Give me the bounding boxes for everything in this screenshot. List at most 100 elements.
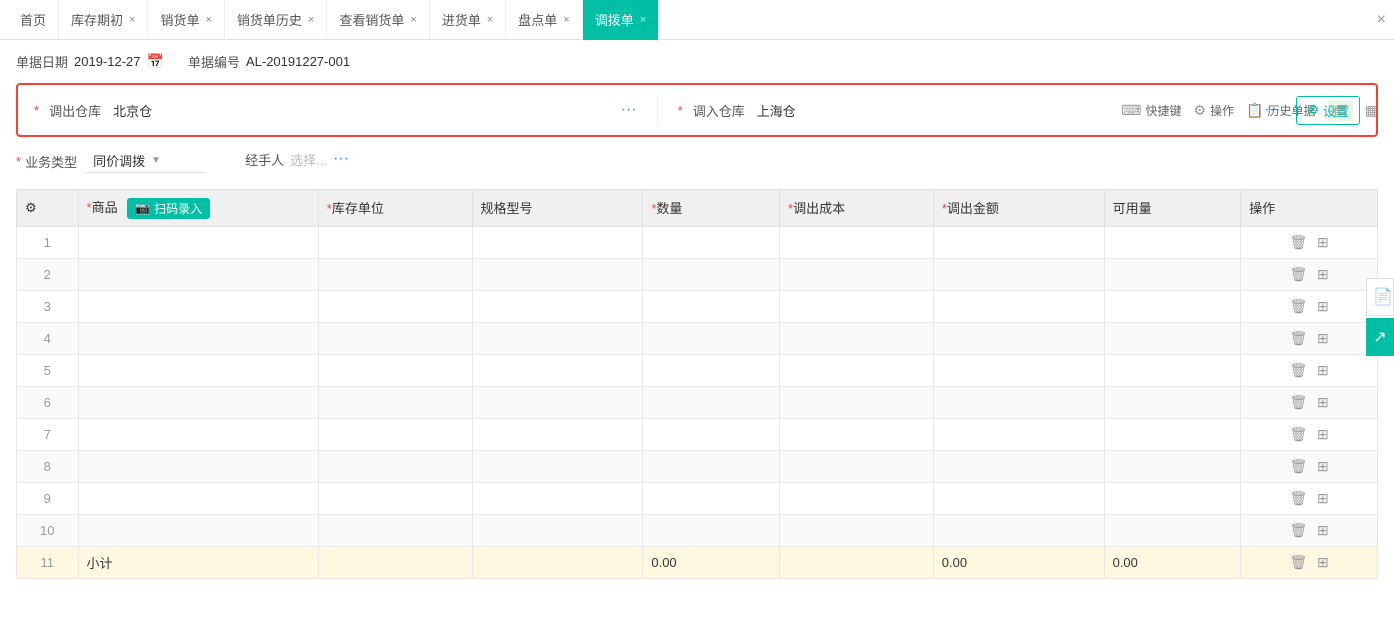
copy-icon-11[interactable]: ⊞ xyxy=(1317,554,1329,570)
tab-close-view-sales[interactable]: × xyxy=(410,14,416,26)
row-unit-10[interactable] xyxy=(318,514,472,546)
delete-icon-11[interactable]: 🗑 xyxy=(1290,554,1308,570)
row-spec-11[interactable] xyxy=(472,546,643,578)
tab-close-stocktake[interactable]: × xyxy=(563,14,569,26)
row-unit-1[interactable] xyxy=(318,226,472,258)
tab-purchase[interactable]: 进货单 × xyxy=(430,0,506,40)
tab-close-sales-history[interactable]: × xyxy=(308,14,314,26)
copy-icon-1[interactable]: ⊞ xyxy=(1317,234,1329,250)
row-amount-9[interactable] xyxy=(933,482,1104,514)
tab-close-sales-order[interactable]: × xyxy=(205,14,211,26)
row-cost-6[interactable] xyxy=(780,386,934,418)
row-amount-3[interactable] xyxy=(933,290,1104,322)
in-warehouse-more[interactable]: ··· xyxy=(1264,101,1280,119)
row-spec-5[interactable] xyxy=(472,354,643,386)
row-spec-10[interactable] xyxy=(472,514,643,546)
row-spec-8[interactable] xyxy=(472,450,643,482)
delete-icon-9[interactable]: 🗑 xyxy=(1290,490,1308,506)
delete-icon-1[interactable]: 🗑 xyxy=(1290,234,1308,250)
row-qty-10[interactable] xyxy=(643,514,780,546)
row-cost-7[interactable] xyxy=(780,418,934,450)
row-amount-7[interactable] xyxy=(933,418,1104,450)
right-float-expand-btn[interactable]: ↗ xyxy=(1366,318,1394,356)
row-goods-11[interactable]: 小计 xyxy=(78,546,318,578)
row-unit-11[interactable] xyxy=(318,546,472,578)
row-goods-10[interactable] xyxy=(78,514,318,546)
row-amount-8[interactable] xyxy=(933,450,1104,482)
row-goods-4[interactable] xyxy=(78,322,318,354)
row-unit-9[interactable] xyxy=(318,482,472,514)
row-cost-5[interactable] xyxy=(780,354,934,386)
tab-view-sales[interactable]: 查看销货单 × xyxy=(327,0,429,40)
row-unit-7[interactable] xyxy=(318,418,472,450)
tab-inventory-init[interactable]: 库存期初 × xyxy=(59,0,148,40)
row-qty-3[interactable] xyxy=(643,290,780,322)
row-unit-3[interactable] xyxy=(318,290,472,322)
date-value[interactable]: 2019-12-27 xyxy=(74,54,141,69)
row-amount-5[interactable] xyxy=(933,354,1104,386)
row-goods-8[interactable] xyxy=(78,450,318,482)
copy-icon-5[interactable]: ⊞ xyxy=(1317,362,1329,378)
handler-input[interactable]: 选择... xyxy=(290,150,327,169)
row-unit-2[interactable] xyxy=(318,258,472,290)
out-warehouse-value[interactable]: 北京仓 xyxy=(113,101,152,120)
settings-button[interactable]: ⚙ 设置 xyxy=(1296,96,1360,125)
row-goods-7[interactable] xyxy=(78,418,318,450)
row-spec-4[interactable] xyxy=(472,322,643,354)
delete-icon-7[interactable]: 🗑 xyxy=(1290,426,1308,442)
row-goods-6[interactable] xyxy=(78,386,318,418)
delete-icon-2[interactable]: 🗑 xyxy=(1290,266,1308,282)
row-qty-5[interactable] xyxy=(643,354,780,386)
row-amount-4[interactable] xyxy=(933,322,1104,354)
delete-icon-5[interactable]: 🗑 xyxy=(1290,362,1308,378)
row-goods-3[interactable] xyxy=(78,290,318,322)
row-qty-2[interactable] xyxy=(643,258,780,290)
delete-icon-8[interactable]: 🗑 xyxy=(1290,458,1308,474)
row-qty-8[interactable] xyxy=(643,450,780,482)
out-warehouse-more[interactable]: ··· xyxy=(621,101,637,119)
tab-close-transfer[interactable]: × xyxy=(640,14,646,26)
row-qty-9[interactable] xyxy=(643,482,780,514)
row-cost-4[interactable] xyxy=(780,322,934,354)
row-unit-4[interactable] xyxy=(318,322,472,354)
row-spec-2[interactable] xyxy=(472,258,643,290)
copy-icon-6[interactable]: ⊞ xyxy=(1317,394,1329,410)
copy-icon-8[interactable]: ⊞ xyxy=(1317,458,1329,474)
copy-icon-4[interactable]: ⊞ xyxy=(1317,330,1329,346)
row-goods-2[interactable] xyxy=(78,258,318,290)
row-amount-1[interactable] xyxy=(933,226,1104,258)
tab-home[interactable]: 首页 xyxy=(8,0,59,40)
right-float-doc-btn[interactable]: 📄 xyxy=(1366,278,1394,316)
row-cost-1[interactable] xyxy=(780,226,934,258)
tab-close-purchase[interactable]: × xyxy=(487,14,493,26)
row-cost-2[interactable] xyxy=(780,258,934,290)
scan-button[interactable]: 📷 扫码录入 xyxy=(127,198,210,219)
tab-sales-order[interactable]: 销货单 × xyxy=(148,0,224,40)
row-goods-1[interactable] xyxy=(78,226,318,258)
window-close-button[interactable]: × xyxy=(1377,11,1386,29)
row-cost-10[interactable] xyxy=(780,514,934,546)
biz-type-select[interactable]: 同价调拨 ▼ xyxy=(85,149,205,173)
row-spec-7[interactable] xyxy=(472,418,643,450)
row-spec-6[interactable] xyxy=(472,386,643,418)
row-goods-5[interactable] xyxy=(78,354,318,386)
copy-icon-3[interactable]: ⊞ xyxy=(1317,298,1329,314)
row-spec-1[interactable] xyxy=(472,226,643,258)
row-unit-8[interactable] xyxy=(318,450,472,482)
row-cost-3[interactable] xyxy=(780,290,934,322)
copy-icon-9[interactable]: ⊞ xyxy=(1317,490,1329,506)
delete-icon-10[interactable]: 🗑 xyxy=(1290,522,1308,538)
tab-close-inventory-init[interactable]: × xyxy=(129,14,135,26)
col-gear-header[interactable]: ⚙ xyxy=(17,190,79,227)
row-qty-6[interactable] xyxy=(643,386,780,418)
handler-more-btn[interactable]: ··· xyxy=(333,150,349,168)
row-amount-10[interactable] xyxy=(933,514,1104,546)
delete-icon-3[interactable]: 🗑 xyxy=(1290,298,1308,314)
row-spec-3[interactable] xyxy=(472,290,643,322)
row-unit-5[interactable] xyxy=(318,354,472,386)
row-cost-9[interactable] xyxy=(780,482,934,514)
row-goods-9[interactable] xyxy=(78,482,318,514)
row-qty-7[interactable] xyxy=(643,418,780,450)
copy-icon-2[interactable]: ⊞ xyxy=(1317,266,1329,282)
row-cost-8[interactable] xyxy=(780,450,934,482)
